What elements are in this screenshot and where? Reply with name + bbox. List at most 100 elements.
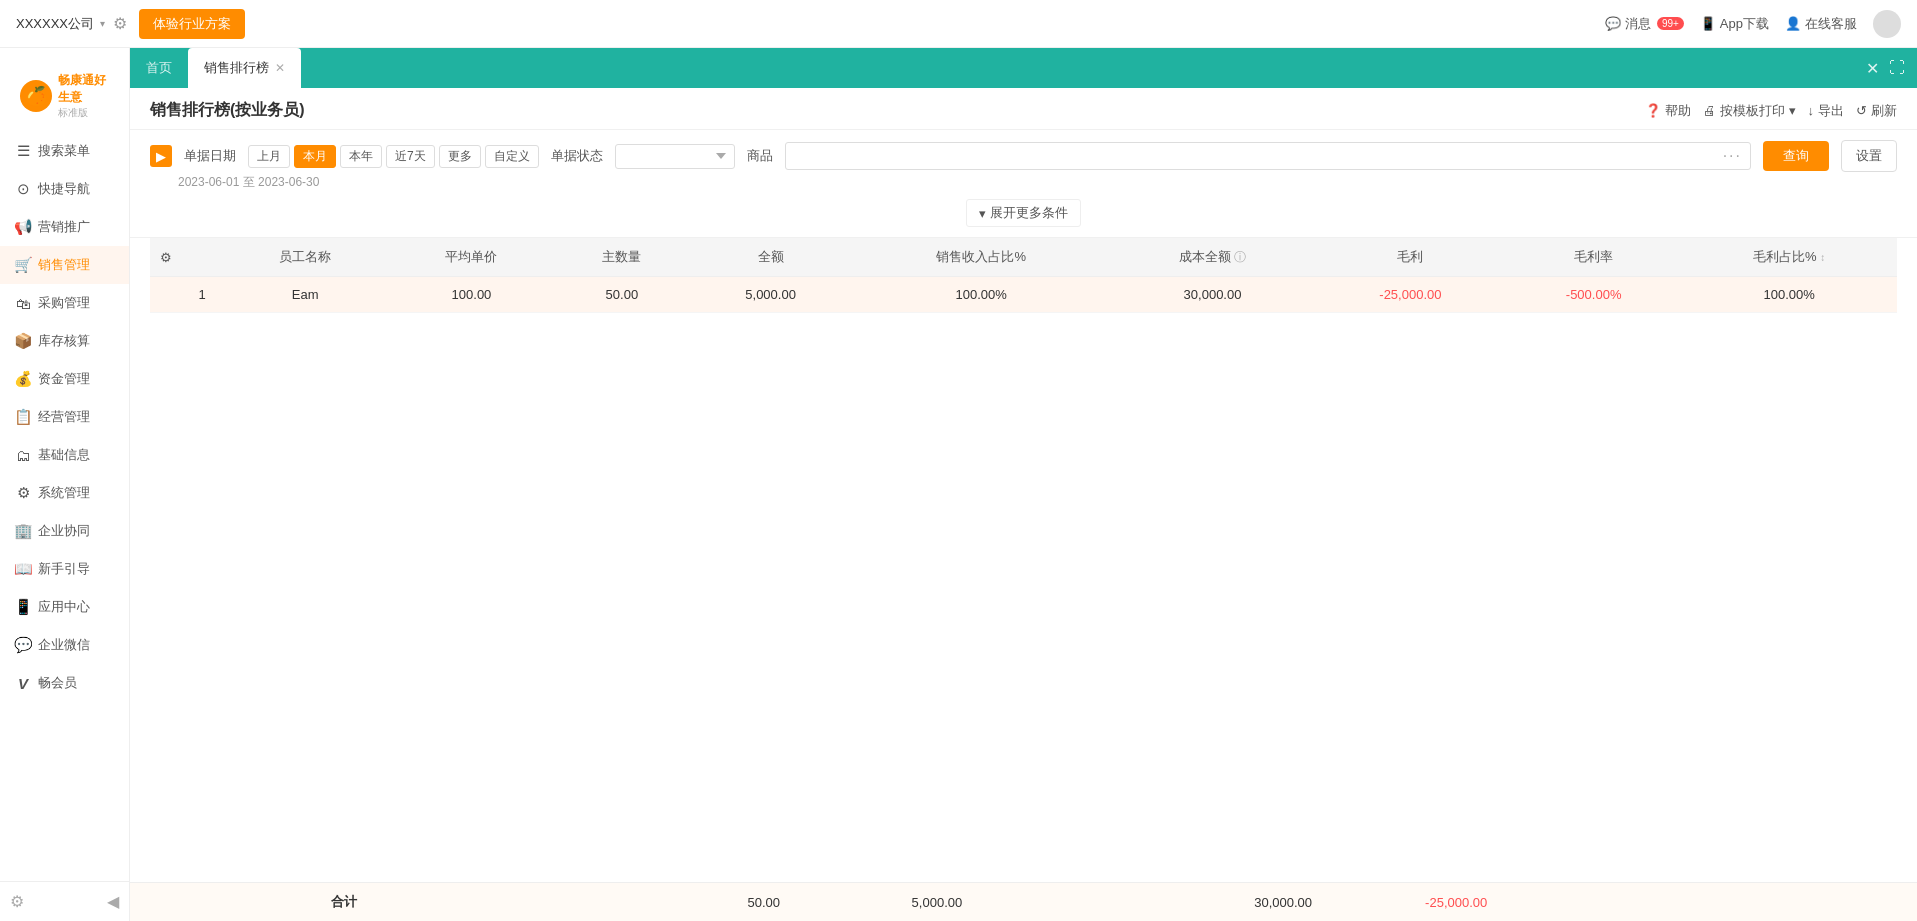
sidebar-item-apps[interactable]: 📱 应用中心: [0, 588, 129, 626]
app-label: App下载: [1720, 15, 1769, 33]
date-btn-current-month[interactable]: 本月: [294, 145, 336, 168]
footer-cost: 30,000.00: [1197, 895, 1370, 910]
sidebar-item-guide[interactable]: 📖 新手引导: [0, 550, 129, 588]
sidebar-label-system: 系统管理: [38, 484, 90, 502]
tab-home[interactable]: 首页: [130, 48, 188, 88]
logo-sub-text: 标准版: [58, 106, 109, 120]
avatar[interactable]: [1873, 10, 1901, 38]
refresh-btn[interactable]: ↺ 刷新: [1856, 102, 1897, 120]
more-conditions-label: 展开更多条件: [990, 204, 1068, 222]
date-btn-more[interactable]: 更多: [439, 145, 481, 168]
table-footer: 合计 50.00 5,000.00 30,000.00 -25,000.00: [130, 882, 1917, 921]
export-label: 导出: [1818, 102, 1844, 120]
maximize-icon[interactable]: ⛶: [1889, 59, 1905, 77]
status-label: 单据状态: [551, 147, 603, 165]
gross-pct-sort-icon[interactable]: ↕: [1820, 252, 1825, 263]
sidebar-item-sales[interactable]: 🛒 销售管理: [0, 246, 129, 284]
message-icon: 💬: [1605, 16, 1621, 31]
date-btn-prev-month[interactable]: 上月: [248, 145, 290, 168]
cell-rank: 1: [182, 277, 222, 313]
print-btn[interactable]: 🖨 按模板打印 ▾: [1703, 102, 1796, 120]
sidebar-item-quick-nav[interactable]: ⊙ 快捷导航: [0, 170, 129, 208]
print-label: 按模板打印: [1720, 102, 1785, 120]
col-amount: 全额: [689, 238, 852, 277]
table-settings-button[interactable]: 设置: [1841, 140, 1897, 172]
page-header: 销售排行榜(按业务员) ❓ 帮助 🖨 按模板打印 ▾ ↓: [130, 88, 1917, 130]
message-btn[interactable]: 💬 消息 99+: [1605, 15, 1684, 33]
sidebar-item-inventory[interactable]: 📦 库存核算: [0, 322, 129, 360]
goods-label: 商品: [747, 147, 773, 165]
sidebar-item-funds[interactable]: 💰 资金管理: [0, 360, 129, 398]
sidebar-item-purchase[interactable]: 🛍 采购管理: [0, 284, 129, 322]
sidebar-item-search[interactable]: ☰ 搜索菜单: [0, 132, 129, 170]
filter-bar: ▶ 单据日期 上月 本月 本年 近7天 更多 自定义 单据状态: [130, 130, 1917, 238]
sidebar-item-operations[interactable]: 📋 经营管理: [0, 398, 129, 436]
settings-icon[interactable]: ⚙: [113, 14, 127, 33]
sidebar-label-member: 畅会员: [38, 674, 77, 692]
home-icon: ⊙: [14, 180, 32, 198]
company-selector[interactable]: XXXXXX公司 ▾: [16, 15, 105, 33]
status-select[interactable]: [615, 144, 735, 169]
service-btn[interactable]: 👤 在线客服: [1785, 15, 1857, 33]
tab-close-icon[interactable]: ✕: [275, 61, 285, 75]
more-conditions-btn[interactable]: ▾ 展开更多条件: [966, 199, 1081, 227]
date-btn-custom[interactable]: 自定义: [485, 145, 539, 168]
sidebar-item-wechat[interactable]: 💬 企业微信: [0, 626, 129, 664]
footer-sum-label: 合计: [331, 893, 504, 911]
filter-expand-icon[interactable]: ▶: [150, 145, 172, 167]
sidebar-label-funds: 资金管理: [38, 370, 90, 388]
page-header-actions: ❓ 帮助 🖨 按模板打印 ▾ ↓ 导出 ↺: [1645, 102, 1898, 120]
footer-amount: 5,000.00: [850, 895, 1023, 910]
sidebar-label-guide: 新手引导: [38, 560, 90, 578]
top-right: 💬 消息 99+ 📱 App下载 👤 在线客服: [1605, 10, 1901, 38]
tab-home-label: 首页: [146, 59, 172, 77]
help-icon: ❓: [1645, 103, 1661, 118]
cell-gross: -25,000.00: [1315, 277, 1506, 313]
cost-info-icon[interactable]: ⓘ: [1234, 250, 1246, 264]
goods-input[interactable]: [794, 149, 1723, 164]
sidebar-label-base: 基础信息: [38, 446, 90, 464]
guide-icon: 📖: [14, 560, 32, 578]
query-button[interactable]: 查询: [1763, 141, 1829, 171]
goods-dots-icon[interactable]: ···: [1723, 147, 1742, 165]
minimize-icon[interactable]: ✕: [1866, 59, 1879, 78]
col-settings[interactable]: ⚙: [150, 238, 182, 277]
tab-sales-rank[interactable]: 销售排行榜 ✕: [188, 48, 301, 88]
goods-input-wrapper: ···: [785, 142, 1751, 170]
sidebar-label-inventory: 库存核算: [38, 332, 90, 350]
sidebar-item-system[interactable]: ⚙ 系统管理: [0, 474, 129, 512]
expand-icon: ▾: [979, 206, 986, 221]
bottom-collapse-icon[interactable]: ◀: [107, 892, 119, 911]
cell-avg-price: 100.00: [388, 277, 554, 313]
sidebar-label-marketing: 营销推广: [38, 218, 90, 236]
content-area: 首页 销售排行榜 ✕ ✕ ⛶ 销售排行榜(按业务员): [130, 48, 1917, 921]
help-btn[interactable]: ❓ 帮助: [1645, 102, 1691, 120]
sidebar-logo: 🍊 畅康通好生意 标准版: [0, 48, 129, 132]
app-download-btn[interactable]: 📱 App下载: [1700, 15, 1769, 33]
cell-gross-rate: -500.00%: [1506, 277, 1681, 313]
system-icon: ⚙: [14, 484, 32, 502]
sidebar-label-enterprise: 企业协同: [38, 522, 90, 540]
sidebar-label-sales: 销售管理: [38, 256, 90, 274]
operations-icon: 📋: [14, 408, 32, 426]
date-label: 单据日期: [184, 147, 236, 165]
funds-icon: 💰: [14, 370, 32, 388]
sidebar-item-enterprise[interactable]: 🏢 企业协同: [0, 512, 129, 550]
col-sales-pct: 销售收入占比%: [852, 238, 1110, 277]
inventory-icon: 📦: [14, 332, 32, 350]
bottom-settings-icon[interactable]: ⚙: [10, 892, 24, 911]
nav-tabs: 首页 销售排行榜 ✕ ✕ ⛶: [130, 48, 1917, 88]
date-btn-7days[interactable]: 近7天: [386, 145, 435, 168]
cell-cost: 30,000.00: [1110, 277, 1315, 313]
sidebar-item-marketing[interactable]: 📢 营销推广: [0, 208, 129, 246]
sidebar-label-search: 搜索菜单: [38, 142, 90, 160]
sidebar-item-base[interactable]: 🗂 基础信息: [0, 436, 129, 474]
export-btn[interactable]: ↓ 导出: [1808, 102, 1845, 120]
service-icon: 👤: [1785, 16, 1801, 31]
logo-texts: 畅康通好生意 标准版: [58, 72, 109, 120]
megaphone-icon: 📢: [14, 218, 32, 236]
sidebar-item-member[interactable]: V 畅会员: [0, 664, 129, 702]
date-btn-year[interactable]: 本年: [340, 145, 382, 168]
trial-button[interactable]: 体验行业方案: [139, 9, 245, 39]
wechat-icon: 💬: [14, 636, 32, 654]
